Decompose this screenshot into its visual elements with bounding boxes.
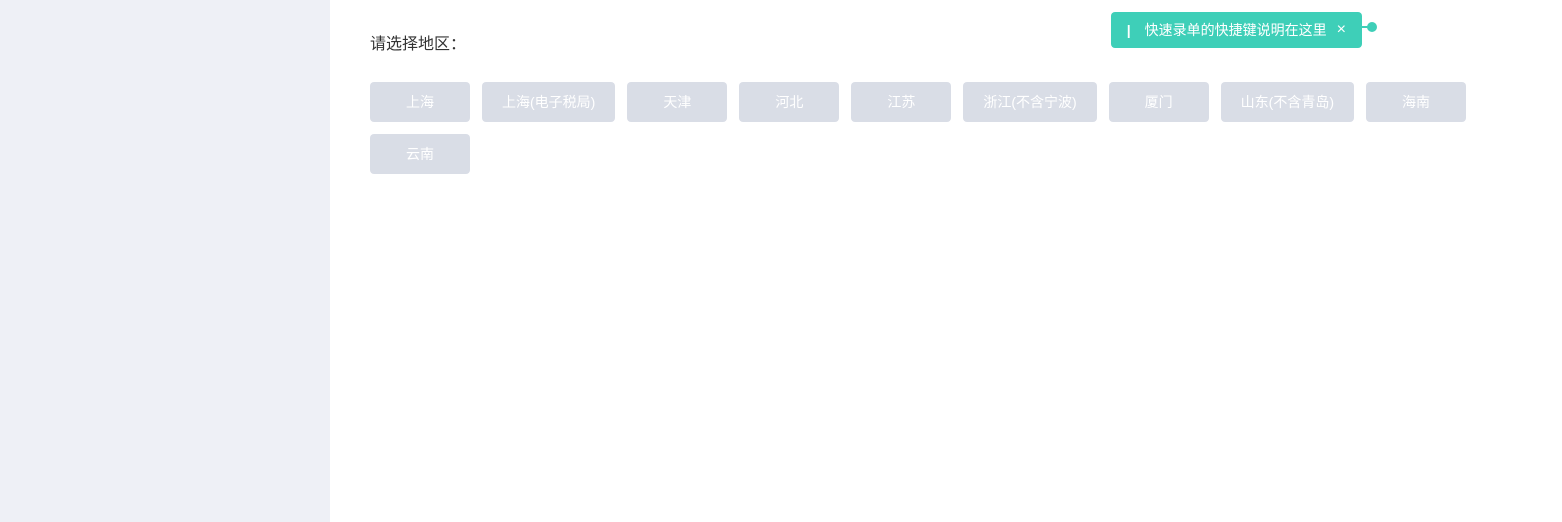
region-button-zhejiang[interactable]: 浙江(不含宁波) [963, 82, 1096, 122]
main-content: 请选择地区： 上海上海(电子税局)天津河北江苏浙江(不含宁波)厦门山东(不含青岛… [330, 0, 1562, 522]
region-button-hainan[interactable]: 海南 [1366, 82, 1466, 122]
region-buttons: 上海上海(电子税局) 天津河北江苏浙江(不含宁波) 厦门山东(不含青岛) 海南云南 [370, 82, 1522, 174]
region-button-shandong[interactable]: 山东(不含青岛) [1221, 82, 1354, 122]
sidebar [0, 0, 330, 522]
tooltip-close-button[interactable]: × [1337, 22, 1346, 38]
region-button-jiangsu[interactable]: 江苏 [851, 82, 951, 122]
tooltip-text: 快速录单的快捷键说明在这里 [1145, 20, 1327, 40]
region-button-xiamen[interactable]: 厦门 [1109, 82, 1209, 122]
tooltip-banner: 快速录单的快捷键说明在这里 × [1111, 12, 1362, 48]
region-button-yunnan[interactable]: 云南 [370, 134, 470, 174]
region-button-hebei[interactable]: 河北 [739, 82, 839, 122]
tooltip-dot [1367, 22, 1377, 32]
region-button-shanghai-etax[interactable]: 上海(电子税局) [482, 82, 615, 122]
region-button-shanghai[interactable]: 上海 [370, 82, 470, 122]
region-button-tianjin[interactable]: 天津 [627, 82, 727, 122]
